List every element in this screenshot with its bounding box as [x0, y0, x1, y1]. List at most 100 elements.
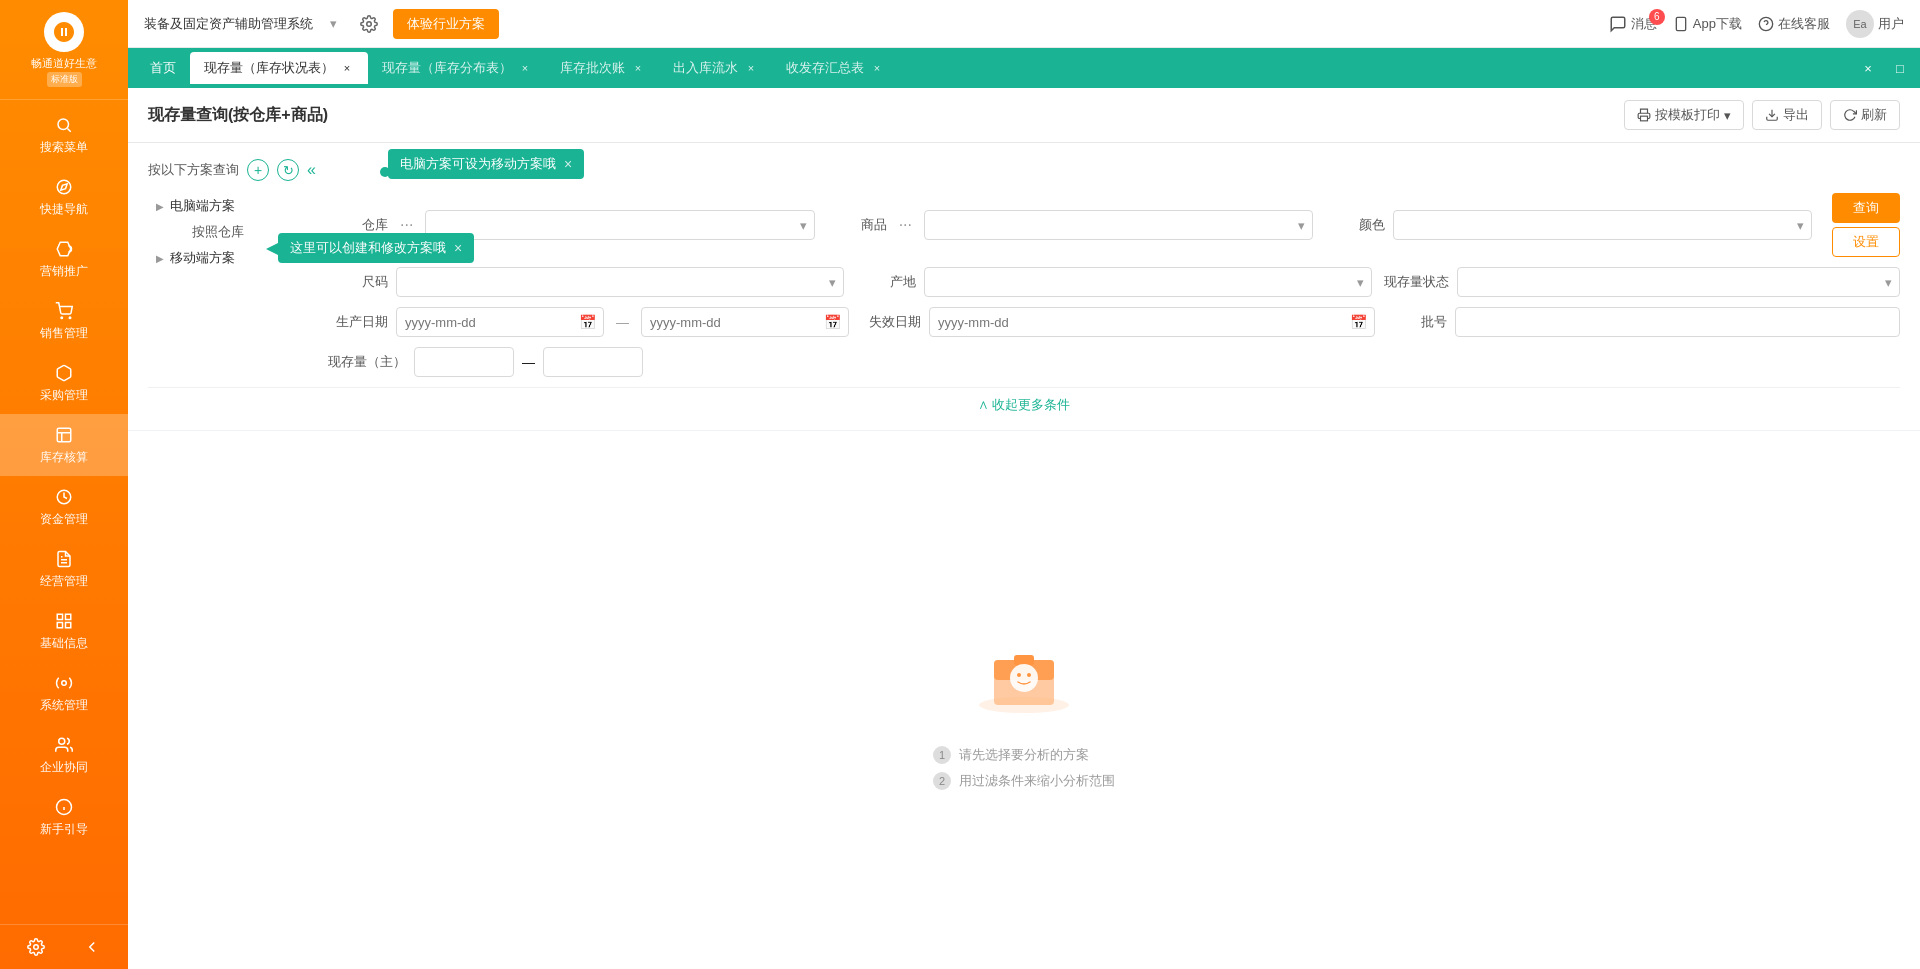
tab-inventory-status-close[interactable]: × — [340, 61, 354, 75]
exp-date-start[interactable] — [929, 307, 1375, 337]
box-icon — [53, 362, 75, 384]
tip-num-2: 2 — [933, 772, 951, 790]
tabs-restore-btn[interactable]: □ — [1888, 56, 1912, 80]
industry-btn[interactable]: 体验行业方案 — [393, 9, 499, 39]
scheme-desktop-toggle[interactable]: ▶ 电脑端方案 — [148, 193, 308, 219]
sidebar-settings-btn[interactable] — [22, 933, 50, 961]
inv-qty-start[interactable] — [414, 347, 514, 377]
tab-home[interactable]: 首页 — [136, 52, 190, 84]
report-icon — [53, 548, 75, 570]
scheme-section: ▶ 电脑端方案 按照仓库 ▶ 移动端方案 这里可以创建和修改方案哦 × — [148, 193, 1900, 387]
sidebar-collapse-btn[interactable] — [78, 933, 106, 961]
sidebar-item-operations[interactable]: 经营管理 — [0, 538, 128, 600]
print-btn[interactable]: 按模板打印 ▾ — [1624, 100, 1744, 130]
product-select-wrap — [924, 210, 1313, 240]
guide-icon — [53, 796, 75, 818]
avatar-text: Ea — [1853, 18, 1866, 30]
header-settings-btn[interactable] — [353, 8, 385, 40]
refresh-btn[interactable]: 刷新 — [1830, 100, 1900, 130]
tab-inventory-dist[interactable]: 现存量（库存分布表） × — [368, 52, 546, 84]
sidebar-item-quick-nav[interactable]: 快捷导航 — [0, 166, 128, 228]
tab-batch-close[interactable]: × — [631, 61, 645, 75]
sidebar-item-system[interactable]: 系统管理 — [0, 662, 128, 724]
batch-no-label: 批号 — [1387, 313, 1447, 331]
support-btn[interactable]: 在线客服 — [1758, 15, 1830, 33]
sidebar-item-guide[interactable]: 新手引导 — [0, 786, 128, 848]
sidebar-item-purchase-label: 采购管理 — [40, 387, 88, 404]
tooltip1-close[interactable]: × — [564, 156, 572, 172]
app-header: 装备及固定资产辅助管理系统 ▾ 体验行业方案 6 消息 App下载 在线客服 E… — [128, 0, 1920, 48]
filter-group-batch-no: 批号 — [1387, 307, 1901, 337]
export-label: 导出 — [1783, 106, 1809, 124]
svg-marker-3 — [61, 184, 67, 190]
system-name: 装备及固定资产辅助管理系统 — [144, 15, 313, 33]
filter-collapse-label: 收起更多条件 — [992, 397, 1070, 412]
prod-date-end[interactable] — [641, 307, 849, 337]
settings-icon — [53, 672, 75, 694]
tab-collect[interactable]: 收发存汇总表 × — [772, 52, 898, 84]
message-badge: 6 — [1649, 9, 1665, 25]
svg-point-2 — [57, 181, 71, 195]
size-select[interactable] — [396, 267, 844, 297]
logo-tag: 标准版 — [47, 72, 82, 87]
tab-inventory-dist-close[interactable]: × — [518, 61, 532, 75]
tab-inventory-status[interactable]: 现存量（库存状况表） × — [190, 52, 368, 84]
color-select[interactable] — [1393, 210, 1812, 240]
tab-inout-close[interactable]: × — [744, 61, 758, 75]
filter-refresh-btn[interactable]: ↻ — [277, 159, 299, 181]
app-download-btn[interactable]: App下载 — [1673, 15, 1742, 33]
batch-no-input[interactable] — [1455, 307, 1901, 337]
reset-btn[interactable]: 设置 — [1832, 227, 1900, 257]
sidebar-item-basic[interactable]: 基础信息 — [0, 600, 128, 662]
tab-batch-label: 库存批次账 — [560, 59, 625, 77]
export-btn[interactable]: 导出 — [1752, 100, 1822, 130]
svg-point-4 — [61, 317, 63, 319]
inv-qty-sep: — — [522, 355, 535, 370]
inv-qty-end[interactable] — [543, 347, 643, 377]
sidebar-item-enterprise[interactable]: 企业协同 — [0, 724, 128, 786]
sidebar-item-sales[interactable]: 销售管理 — [0, 290, 128, 352]
tabs-close-btn[interactable]: × — [1856, 56, 1880, 80]
sidebar-item-inventory[interactable]: 库存核算 — [0, 414, 128, 476]
page-title: 现存量查询(按仓库+商品) — [148, 105, 328, 126]
svg-rect-13 — [57, 623, 62, 628]
svg-point-17 — [34, 945, 39, 950]
sidebar-item-finance[interactable]: 资金管理 — [0, 476, 128, 538]
mobile-arrow-icon: ▶ — [156, 253, 164, 264]
search-btn[interactable]: 查询 — [1832, 193, 1900, 223]
svg-point-18 — [367, 21, 372, 26]
prod-date-start[interactable] — [396, 307, 604, 337]
warehouse-dots[interactable]: ··· — [396, 216, 417, 234]
tab-collect-close[interactable]: × — [870, 61, 884, 75]
empty-tip-1: 1 请先选择要分析的方案 — [933, 746, 1115, 764]
sidebar-item-search[interactable]: 搜索菜单 — [0, 104, 128, 166]
filter-collapse[interactable]: ∧ 收起更多条件 — [148, 387, 1900, 422]
warehouse-select-wrap — [425, 210, 814, 240]
sidebar-item-purchase[interactable]: 采购管理 — [0, 352, 128, 414]
filter-group-prod-date: 生产日期 📅 — 📅 — [328, 307, 849, 337]
origin-select[interactable] — [924, 267, 1372, 297]
filter-group-exp-date: 失效日期 📅 — [861, 307, 1375, 337]
filter-back-btn[interactable]: « — [307, 161, 316, 179]
message-btn[interactable]: 6 消息 — [1609, 15, 1657, 33]
warehouse-select[interactable] — [425, 210, 814, 240]
product-select[interactable] — [924, 210, 1313, 240]
svg-point-31 — [1027, 673, 1031, 677]
compass-icon — [53, 176, 75, 198]
sidebar-item-marketing[interactable]: 营销推广 — [0, 228, 128, 290]
tab-batch[interactable]: 库存批次账 × — [546, 52, 659, 84]
user-area[interactable]: Ea 用户 — [1846, 10, 1904, 38]
logo-text: 畅通道好生意 — [31, 56, 97, 70]
inv-status-select[interactable] — [1457, 267, 1900, 297]
tab-inout[interactable]: 出入库流水 × — [659, 52, 772, 84]
prod-date-start-wrap: 📅 — [396, 307, 604, 337]
product-dots[interactable]: ··· — [895, 216, 916, 234]
system-dropdown-btn[interactable]: ▾ — [321, 12, 345, 36]
filter-add-btn[interactable]: + — [247, 159, 269, 181]
scheme-mobile-label: 移动端方案 — [170, 249, 235, 267]
origin-select-wrap — [924, 267, 1372, 297]
tooltip2-close[interactable]: × — [454, 240, 462, 256]
tab-inout-label: 出入库流水 — [673, 59, 738, 77]
page-actions: 按模板打印 ▾ 导出 刷新 — [1624, 100, 1900, 130]
tabs-bar: 首页 现存量（库存状况表） × 现存量（库存分布表） × 库存批次账 × 出入库… — [128, 48, 1920, 88]
